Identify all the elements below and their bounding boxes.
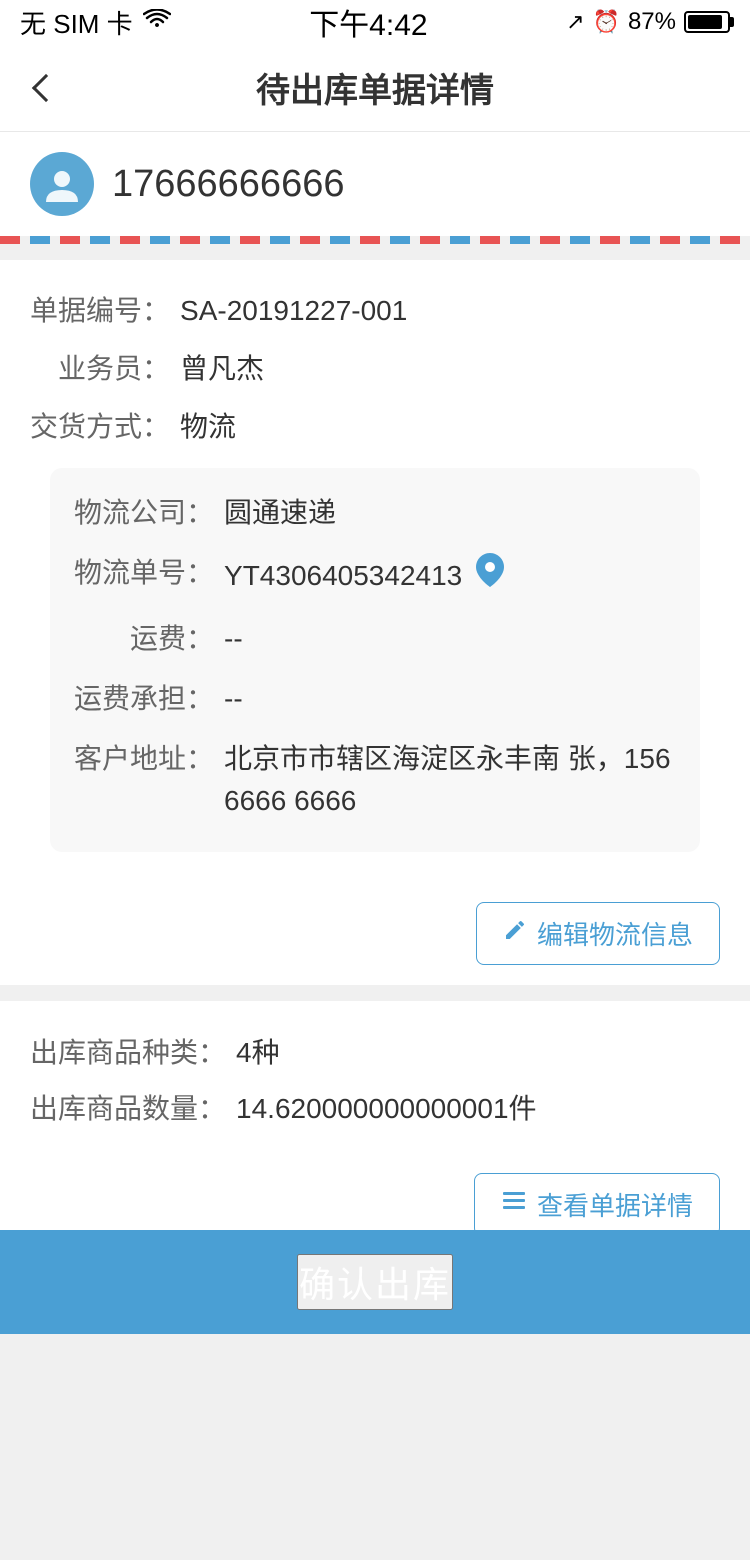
back-button[interactable] [24,66,68,110]
status-right: ↗ ⏰ 87% [566,8,730,36]
tracking-row: 物流单号： YT4306405342413 [74,552,676,600]
battery-icon [684,11,730,33]
nav-bar: 待出库单据详情 [0,44,750,132]
address-value: 北京市市辖区海淀区永丰南 张，156 6666 6666 [224,738,676,822]
freight-row: 运费： -- [74,618,676,660]
edit-logistics-button[interactable]: 编辑物流信息 [476,902,720,965]
logistics-company-value: 圆通速递 [224,492,676,534]
view-details-icon [501,1189,527,1220]
view-details-label: 查看单据详情 [537,1186,693,1223]
back-arrow-icon [32,73,60,101]
sales-person-value: 曾凡杰 [180,348,720,390]
tracking-value: YT4306405342413 [224,552,676,600]
page-title: 待出库单据详情 [256,63,494,112]
freight-bearer-label: 运费承担： [74,678,214,720]
tracking-label: 物流单号： [74,552,214,594]
section-divider [0,985,750,1001]
goods-type-row: 出库商品种类： 4种 [30,1031,720,1071]
status-time: 下午4:42 [309,0,427,44]
document-no-row: 单据编号： SA-20191227-001 [30,290,720,332]
dashed-divider [0,236,750,244]
customer-phone: 17666666666 [112,163,344,206]
edit-btn-row: 编辑物流信息 [0,882,750,985]
delivery-method-label: 交货方式： [30,406,170,448]
address-label: 客户地址： [74,738,214,780]
document-no-value: SA-20191227-001 [180,290,720,332]
sales-person-row: 业务员： 曾凡杰 [30,348,720,390]
goods-type-label: 出库商品种类： [30,1031,226,1071]
logistics-card: 物流公司： 圆通速递 物流单号： YT4306405342413 运费： [50,468,700,852]
edit-icon [503,918,527,949]
battery-percent: 87% [628,8,676,36]
freight-value: -- [224,618,676,660]
document-info-section: 单据编号： SA-20191227-001 业务员： 曾凡杰 交货方式： 物流 … [0,260,750,882]
delivery-method-value: 物流 [180,406,720,448]
confirm-outbound-button[interactable]: 确认出库 [297,1254,453,1310]
tracking-location-icon[interactable] [476,552,504,600]
logistics-company-label: 物流公司： [74,492,214,534]
address-row: 客户地址： 北京市市辖区海淀区永丰南 张，156 6666 6666 [74,738,676,822]
freight-label: 运费： [74,618,214,660]
edit-logistics-label: 编辑物流信息 [537,915,693,952]
sales-person-label: 业务员： [30,348,170,390]
document-no-label: 单据编号： [30,290,170,332]
freight-bearer-row: 运费承担： -- [74,678,676,720]
delivery-method-row: 交货方式： 物流 [30,406,720,448]
goods-quantity-value: 14.620000000000001件 [236,1087,537,1127]
carrier-text: 无 SIM 卡 [20,4,133,41]
wifi-icon [143,7,171,38]
avatar [30,152,94,216]
freight-bearer-value: -- [224,678,676,720]
goods-quantity-row: 出库商品数量： 14.620000000000001件 [30,1087,720,1127]
confirm-btn-container: 确认出库 [0,1230,750,1334]
goods-type-value: 4种 [236,1031,280,1071]
goods-section: 出库商品种类： 4种 出库商品数量： 14.620000000000001件 [0,1001,750,1163]
goods-quantity-label: 出库商品数量： [30,1087,226,1127]
logistics-company-row: 物流公司： 圆通速递 [74,492,676,534]
alarm-icon: ⏰ [593,9,620,35]
status-bar: 无 SIM 卡 下午4:42 ↗ ⏰ 87% [0,0,750,44]
tracking-number: YT4306405342413 [224,555,462,597]
customer-header: 17666666666 [0,132,750,236]
status-left: 无 SIM 卡 [20,4,171,41]
view-details-button[interactable]: 查看单据详情 [474,1173,720,1236]
location-status-icon: ↗ [566,9,584,35]
